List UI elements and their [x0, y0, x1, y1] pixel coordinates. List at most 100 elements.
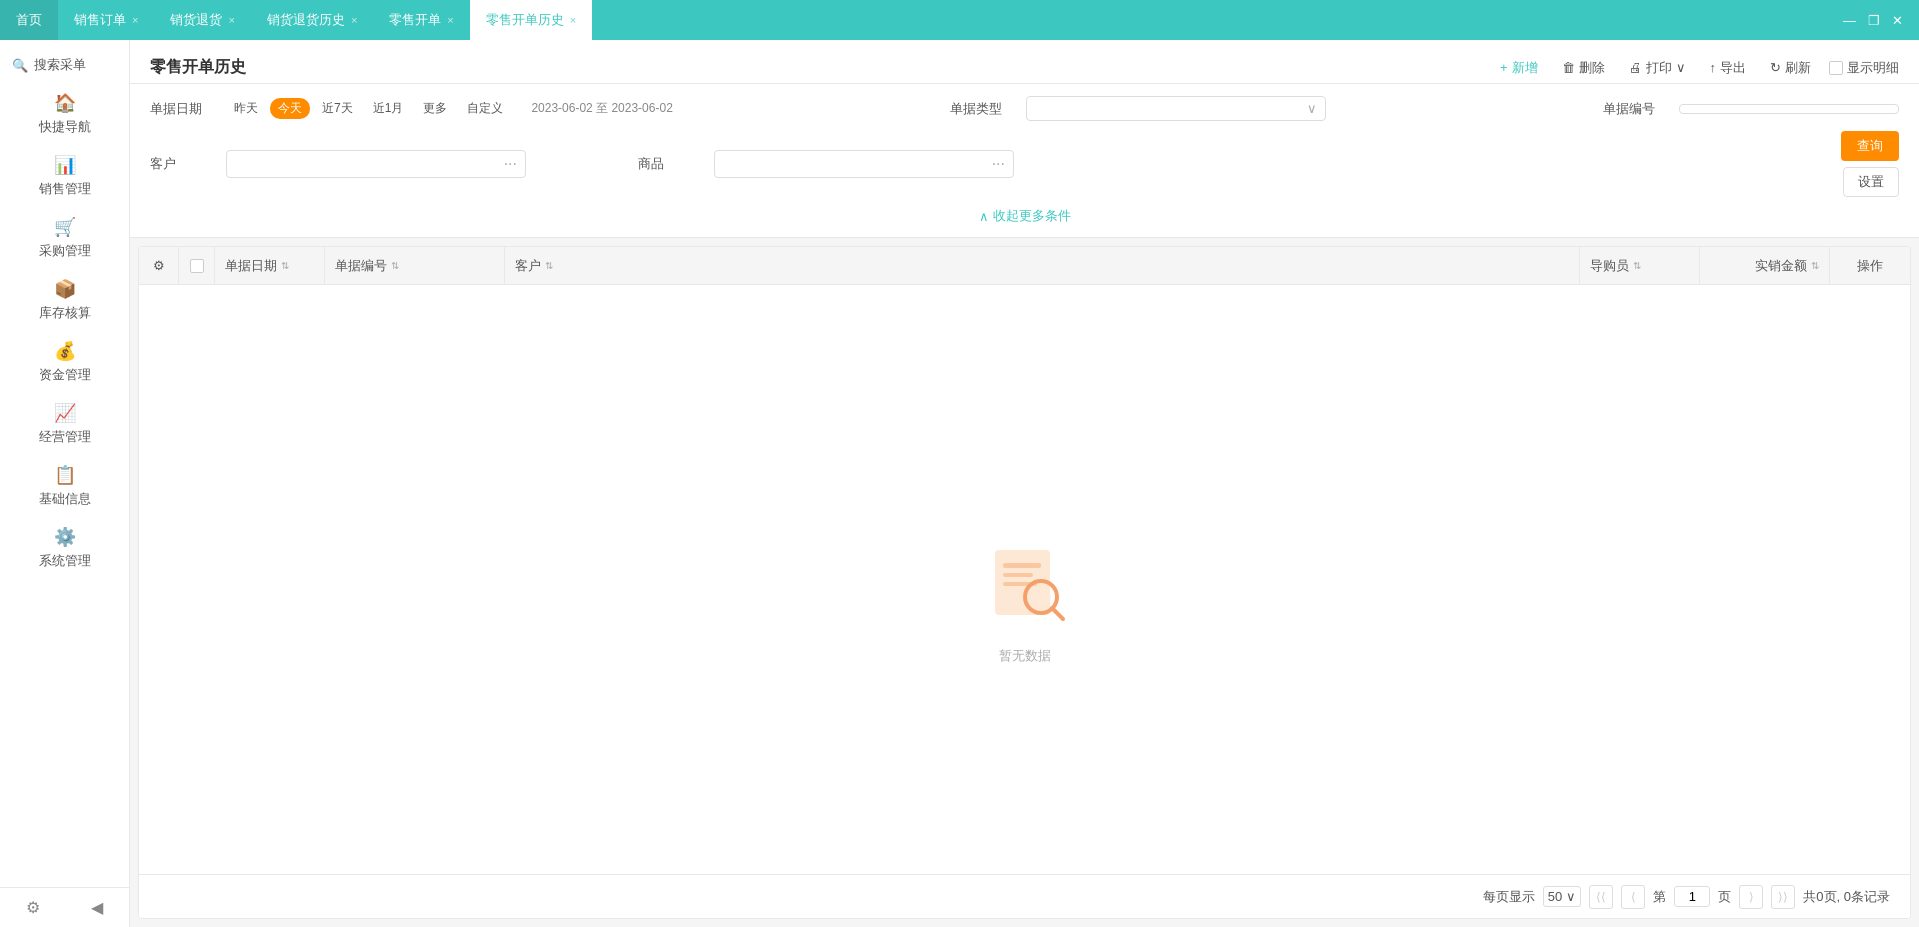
query-button[interactable]: 查询 — [1841, 131, 1899, 161]
th-customer-sort[interactable]: ⇅ — [545, 260, 553, 271]
tab-close-sales-return-history[interactable]: × — [351, 14, 357, 26]
goods-label: 商品 — [638, 155, 698, 173]
refresh-label: 刷新 — [1785, 59, 1811, 77]
sidebar-item-basic-info[interactable]: 📋 基础信息 — [0, 454, 129, 516]
th-amount-sort[interactable]: ⇅ — [1811, 260, 1819, 271]
collapse-label: 收起更多条件 — [993, 207, 1071, 225]
finance-icon: 💰 — [54, 340, 76, 362]
sidebar-item-purchase-mgmt[interactable]: 🛒 采购管理 — [0, 206, 129, 268]
tab-close-sales-order[interactable]: × — [132, 14, 138, 26]
inventory-icon: 📦 — [54, 278, 76, 300]
delete-label: 删除 — [1579, 59, 1605, 77]
collapse-more-btn[interactable]: ∧ 收起更多条件 — [150, 207, 1899, 225]
tab-close-retail-open[interactable]: × — [447, 14, 453, 26]
sidebar-item-system-mgmt[interactable]: ⚙️ 系统管理 — [0, 516, 129, 578]
minimize-btn[interactable]: — — [1843, 13, 1856, 28]
doc-type-select[interactable]: ∨ — [1026, 96, 1326, 121]
doc-no-input[interactable] — [1679, 104, 1899, 114]
date-today[interactable]: 今天 — [270, 98, 310, 119]
customer-dots: ··· — [504, 155, 517, 173]
print-label: 打印 — [1646, 59, 1672, 77]
tab-retail-open-history[interactable]: 零售开单历史× — [470, 0, 592, 40]
sidebar-item-finance[interactable]: 💰 资金管理 — [0, 330, 129, 392]
tab-close-sales-return[interactable]: × — [228, 14, 234, 26]
tab-sales-order[interactable]: 销售订单× — [58, 0, 154, 40]
setting-button[interactable]: 设置 — [1843, 167, 1899, 197]
filter-area: 单据日期 昨天 今天 近7天 近1月 更多 自定义 2023-06-02 至 2… — [130, 84, 1919, 238]
th-gear[interactable]: ⚙ — [139, 247, 179, 284]
export-button[interactable]: ↑ 导出 — [1704, 55, 1753, 81]
th-action: 操作 — [1830, 247, 1910, 284]
svg-point-5 — [1031, 587, 1051, 607]
last-page-btn[interactable]: ⟩⟩ — [1771, 885, 1795, 909]
content-area: 零售开单历史 + 新增 🗑 删除 🖨 打印 ∨ ↑ 导出 — [130, 40, 1919, 927]
customer-input[interactable]: ··· — [226, 150, 526, 178]
sidebar-item-quick-nav[interactable]: 🏠 快捷导航 — [0, 82, 129, 144]
th-amount: 实销金额 ⇅ — [1700, 247, 1830, 284]
collapse-icon: ∧ — [979, 209, 989, 224]
tab-sales-return[interactable]: 销货退货× — [154, 0, 250, 40]
restore-btn[interactable]: ❐ — [1868, 13, 1880, 28]
page-header: 零售开单历史 + 新增 🗑 删除 🖨 打印 ∨ ↑ 导出 — [130, 40, 1919, 84]
date-yesterday[interactable]: 昨天 — [226, 98, 266, 119]
close-btn[interactable]: ✕ — [1892, 13, 1903, 28]
th-guide: 导购员 ⇅ — [1580, 247, 1700, 284]
sidebar-item-inventory[interactable]: 📦 库存核算 — [0, 268, 129, 330]
per-page-select[interactable]: 50 ∨ — [1543, 886, 1581, 907]
print-icon: 🖨 — [1629, 60, 1642, 75]
system-mgmt-icon: ⚙️ — [54, 526, 76, 548]
select-all-checkbox[interactable] — [190, 259, 204, 273]
th-no-sort[interactable]: ⇅ — [391, 260, 399, 271]
delete-icon: 🗑 — [1562, 60, 1575, 75]
tab-retail-open[interactable]: 零售开单× — [373, 0, 469, 40]
svg-line-6 — [1052, 608, 1063, 619]
th-customer: 客户 ⇅ — [505, 247, 1580, 284]
th-check[interactable] — [179, 247, 215, 284]
sidebar-item-sales-mgmt[interactable]: 📊 销售管理 — [0, 144, 129, 206]
date-more[interactable]: 更多 — [415, 98, 455, 119]
filter-row-2: 客户 ··· 商品 ··· 查询 设置 — [150, 131, 1899, 197]
top-bar: 首页销售订单×销货退货×销货退货历史×零售开单×零售开单历史× — ❐ ✕ — [0, 0, 1919, 40]
date-custom[interactable]: 自定义 — [459, 98, 511, 119]
settings-icon[interactable]: ⚙ — [26, 898, 40, 917]
doc-type-arrow-icon: ∨ — [1307, 101, 1317, 116]
main-layout: 🔍 搜索采单 🏠 快捷导航 📊 销售管理 🛒 采购管理 📦 库存核算 💰 资金管… — [0, 40, 1919, 927]
th-date-sort[interactable]: ⇅ — [281, 260, 289, 271]
add-button[interactable]: + 新增 — [1494, 55, 1544, 81]
table-wrapper: ⚙ 单据日期 ⇅ 单据编号 ⇅ 客户 ⇅ 导购员 ⇅ — [138, 246, 1911, 919]
svg-rect-1 — [1003, 563, 1041, 568]
total-label: 共0页, 0条记录 — [1803, 888, 1890, 906]
filter-row-1: 单据日期 昨天 今天 近7天 近1月 更多 自定义 2023-06-02 至 2… — [150, 96, 1899, 121]
current-page-input[interactable] — [1674, 886, 1710, 907]
th-no-label: 单据编号 — [335, 257, 387, 275]
purchase-mgmt-icon: 🛒 — [54, 216, 76, 238]
display-detail-checkbox[interactable]: 显示明细 — [1829, 59, 1899, 77]
doc-type-label: 单据类型 — [950, 100, 1010, 118]
refresh-button[interactable]: ↻ 刷新 — [1764, 55, 1817, 81]
next-page-btn[interactable]: ⟩ — [1739, 885, 1763, 909]
tab-sales-return-history[interactable]: 销货退货历史× — [251, 0, 373, 40]
first-page-btn[interactable]: ⟨⟨ — [1589, 885, 1613, 909]
sidebar: 🔍 搜索采单 🏠 快捷导航 📊 销售管理 🛒 采购管理 📦 库存核算 💰 资金管… — [0, 40, 130, 927]
add-label: 新增 — [1512, 59, 1538, 77]
tab-home[interactable]: 首页 — [0, 0, 58, 40]
print-button[interactable]: 🖨 打印 ∨ — [1623, 55, 1692, 81]
sidebar-item-operations[interactable]: 📈 经营管理 — [0, 392, 129, 454]
collapse-sidebar-icon[interactable]: ◀ — [91, 898, 103, 917]
prev-page-btn[interactable]: ⟨ — [1621, 885, 1645, 909]
date-1month[interactable]: 近1月 — [365, 98, 412, 119]
goods-input[interactable]: ··· — [714, 150, 1014, 178]
date-shortcuts: 昨天 今天 近7天 近1月 更多 自定义 — [226, 98, 511, 119]
page-title: 零售开单历史 — [150, 57, 246, 78]
page-end-label: 页 — [1718, 888, 1731, 906]
th-amount-label: 实销金额 — [1755, 257, 1807, 275]
tab-close-retail-open-history[interactable]: × — [570, 14, 576, 26]
sidebar-search[interactable]: 🔍 搜索采单 — [0, 48, 129, 82]
display-detail-cb[interactable] — [1829, 61, 1843, 75]
delete-button[interactable]: 🗑 删除 — [1556, 55, 1611, 81]
toolbar: + 新增 🗑 删除 🖨 打印 ∨ ↑ 导出 ↻ 刷新 — [1494, 55, 1899, 81]
table-header: ⚙ 单据日期 ⇅ 单据编号 ⇅ 客户 ⇅ 导购员 ⇅ — [139, 247, 1910, 285]
date-7days[interactable]: 近7天 — [314, 98, 361, 119]
refresh-icon: ↻ — [1770, 60, 1781, 75]
th-guide-sort[interactable]: ⇅ — [1633, 260, 1641, 271]
